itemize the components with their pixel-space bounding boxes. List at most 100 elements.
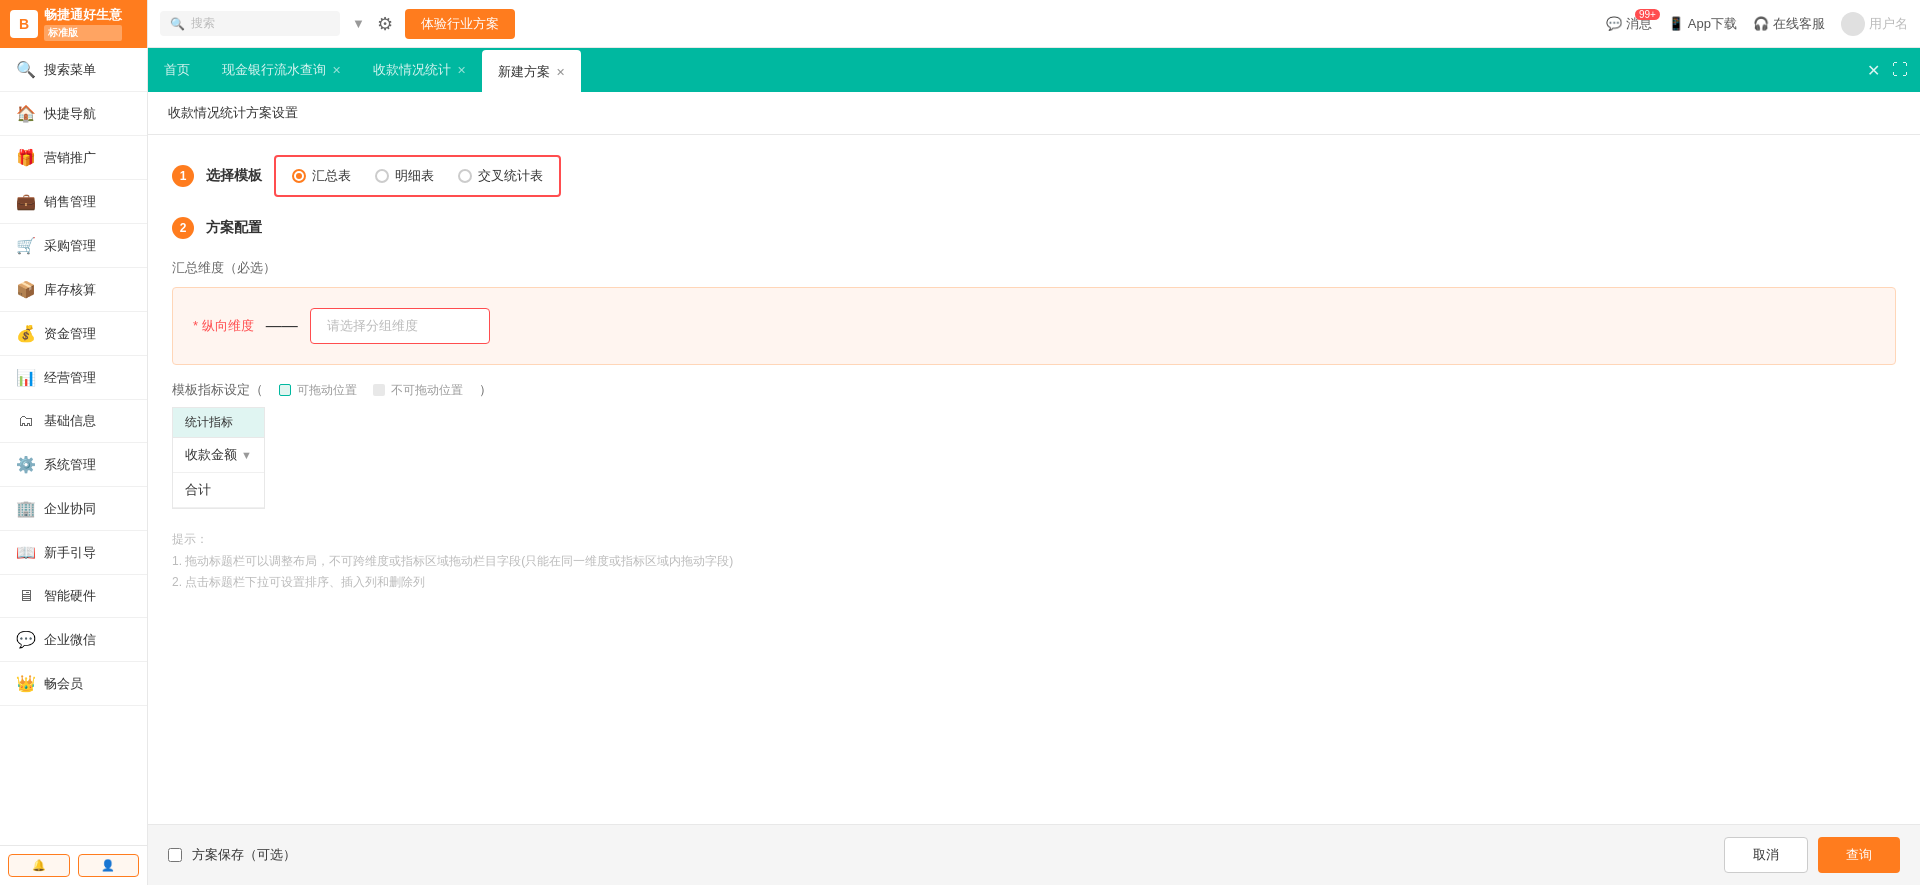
management-icon: 📊 — [16, 368, 36, 387]
fixed-label: 不可拖动位置 — [391, 382, 463, 399]
sidebar-item-label: 系统管理 — [44, 456, 96, 474]
sidebar-item-label: 营销推广 — [44, 149, 96, 167]
page-header: 收款情况统计方案设置 — [148, 92, 1920, 135]
content-area: 收款情况统计方案设置 1 选择模板 汇总表 明细表 — [148, 92, 1920, 885]
indicator-section: 模板指标设定（ 可拖动位置 不可拖动位置 ） 统计指标 — [172, 381, 1896, 509]
service-label: 在线客服 — [1773, 15, 1825, 33]
sidebar-item-quick-nav[interactable]: 🏠 快捷导航 — [0, 92, 147, 136]
radio-summary[interactable]: 汇总表 — [292, 167, 351, 185]
tabbar: 首页 现金银行流水查询 ✕ 收款情况统计 ✕ 新建方案 ✕ ✕ ⛶ — [148, 48, 1920, 92]
app-logo: B 畅捷通好生意 标准版 — [0, 0, 147, 48]
sidebar-item-search[interactable]: 🔍 搜索菜单 — [0, 48, 147, 92]
industry-btn[interactable]: 体验行业方案 — [405, 9, 515, 39]
sidebar-item-wechat[interactable]: 💬 企业微信 — [0, 618, 147, 662]
tab-close-all-icon[interactable]: ✕ — [1863, 57, 1884, 84]
indicator-header: 模板指标设定（ 可拖动位置 不可拖动位置 ） — [172, 381, 1896, 399]
search-box[interactable]: 🔍 搜索 — [160, 11, 340, 36]
sidebar-item-label: 新手引导 — [44, 544, 96, 562]
download-btn[interactable]: 📱 App下载 — [1668, 15, 1737, 33]
user-info[interactable]: 用户名 — [1841, 12, 1908, 36]
sidebar-item-label: 搜索菜单 — [44, 61, 96, 79]
query-button[interactable]: 查询 — [1818, 837, 1900, 873]
sidebar-item-member[interactable]: 👑 畅会员 — [0, 662, 147, 706]
main-area: 🔍 搜索 ▼ ⚙ 体验行业方案 💬 消息 99+ 📱 App下载 🎧 在线客服 … — [148, 0, 1920, 885]
tab-collection-stats[interactable]: 收款情况统计 ✕ — [357, 48, 482, 92]
sidebar-item-marketing[interactable]: 🎁 营销推广 — [0, 136, 147, 180]
user-name: 用户名 — [1869, 15, 1908, 33]
tab-home[interactable]: 首页 — [148, 48, 206, 92]
topbar-dropdown-icon[interactable]: ▼ — [352, 16, 365, 31]
config-block: 汇总维度（必选） * 纵向维度 —— 请选择分组维度 模板指标设定（ — [172, 259, 1896, 594]
sidebar-bottom-btn-right[interactable]: 👤 — [78, 854, 140, 877]
tab-new-plan-close[interactable]: ✕ — [556, 66, 565, 79]
notification-btn[interactable]: 💬 消息 99+ — [1606, 15, 1652, 33]
radio-detail[interactable]: 明细表 — [375, 167, 434, 185]
radio-cross[interactable]: 交叉统计表 — [458, 167, 543, 185]
sidebar-item-inventory[interactable]: 📦 库存核算 — [0, 268, 147, 312]
indicator-table: 统计指标 收款金额 ▼ 合计 — [172, 407, 265, 509]
sidebar-bottom-btn-left[interactable]: 🔔 — [8, 854, 70, 877]
sidebar-item-label: 畅会员 — [44, 675, 83, 693]
sidebar-item-sales[interactable]: 💼 销售管理 — [0, 180, 147, 224]
group-dimension-selector[interactable]: 请选择分组维度 — [310, 308, 490, 344]
step2-number: 2 — [172, 217, 194, 239]
vertical-dimension-label: * 纵向维度 — [193, 317, 254, 335]
save-checkbox[interactable] — [168, 848, 182, 862]
footer-actions: 取消 查询 — [1724, 837, 1900, 873]
tip-line-1: 1. 拖动标题栏可以调整布局，不可跨维度或指标区域拖动栏目字段(只能在同一维度或… — [172, 551, 1896, 573]
save-label: 方案保存（可选） — [192, 846, 296, 864]
draggable-label: 可拖动位置 — [297, 382, 357, 399]
tab-collection-stats-close[interactable]: ✕ — [457, 64, 466, 77]
sidebar-item-system[interactable]: ⚙️ 系统管理 — [0, 443, 147, 487]
tip-line-2: 2. 点击标题栏下拉可设置排序、插入列和删除列 — [172, 572, 1896, 594]
search-placeholder: 搜索 — [191, 15, 215, 32]
page-title: 收款情况统计方案设置 — [168, 105, 298, 120]
tab-bank-flow[interactable]: 现金银行流水查询 ✕ — [206, 48, 357, 92]
service-btn[interactable]: 🎧 在线客服 — [1753, 15, 1825, 33]
tab-collection-stats-label: 收款情况统计 — [373, 61, 451, 79]
sidebar-item-guide[interactable]: 📖 新手引导 — [0, 531, 147, 575]
sidebar-item-enterprise[interactable]: 🏢 企业协同 — [0, 487, 147, 531]
tab-new-plan-label: 新建方案 — [498, 63, 550, 81]
step1-number: 1 — [172, 165, 194, 187]
tab-home-label: 首页 — [164, 61, 190, 79]
topbar: 🔍 搜索 ▼ ⚙ 体验行业方案 💬 消息 99+ 📱 App下载 🎧 在线客服 … — [148, 0, 1920, 48]
tab-expand-icon[interactable]: ⛶ — [1888, 57, 1912, 83]
system-icon: ⚙️ — [16, 455, 36, 474]
sidebar-item-label: 经营管理 — [44, 369, 96, 387]
logo-icon: B — [10, 10, 38, 38]
indicator-amount-dropdown[interactable]: ▼ — [241, 449, 252, 461]
indicator-row-total: 合计 — [173, 473, 264, 508]
sidebar-item-label: 采购管理 — [44, 237, 96, 255]
message-icon: 💬 — [1606, 16, 1622, 31]
sidebar-item-label: 企业微信 — [44, 631, 96, 649]
tab-new-plan[interactable]: 新建方案 ✕ — [482, 50, 581, 94]
sidebar-item-purchase[interactable]: 🛒 采购管理 — [0, 224, 147, 268]
indicator-row-amount: 收款金额 ▼ — [173, 438, 264, 473]
sidebar-item-management[interactable]: 📊 经营管理 — [0, 356, 147, 400]
tab-bank-flow-close[interactable]: ✕ — [332, 64, 341, 77]
basic-info-icon: 🗂 — [16, 412, 36, 430]
indicator-table-header: 统计指标 — [173, 408, 264, 438]
home-icon: 🏠 — [16, 104, 36, 123]
cancel-button[interactable]: 取消 — [1724, 837, 1808, 873]
sidebar-item-label: 资金管理 — [44, 325, 96, 343]
step1-title: 选择模板 — [206, 167, 262, 185]
sidebar-item-basic-info[interactable]: 🗂 基础信息 — [0, 400, 147, 443]
finance-icon: 💰 — [16, 324, 36, 343]
app-name: 畅捷通好生意 — [44, 7, 122, 23]
sidebar-item-label: 库存核算 — [44, 281, 96, 299]
indicator-cell-amount: 收款金额 ▼ — [173, 438, 264, 472]
topbar-right: 💬 消息 99+ 📱 App下载 🎧 在线客服 用户名 — [1606, 12, 1908, 36]
wechat-icon: 💬 — [16, 630, 36, 649]
radio-summary-label: 汇总表 — [312, 167, 351, 185]
radio-cross-label: 交叉统计表 — [478, 167, 543, 185]
marketing-icon: 🎁 — [16, 148, 36, 167]
inventory-icon: 📦 — [16, 280, 36, 299]
sidebar-item-hardware[interactable]: 🖥 智能硬件 — [0, 575, 147, 618]
sidebar-item-finance[interactable]: 💰 资金管理 — [0, 312, 147, 356]
template-options: 汇总表 明细表 交叉统计表 — [274, 155, 561, 197]
settings-icon[interactable]: ⚙ — [377, 13, 393, 35]
sidebar-item-label: 企业协同 — [44, 500, 96, 518]
indicator-total-label: 合计 — [185, 481, 211, 499]
